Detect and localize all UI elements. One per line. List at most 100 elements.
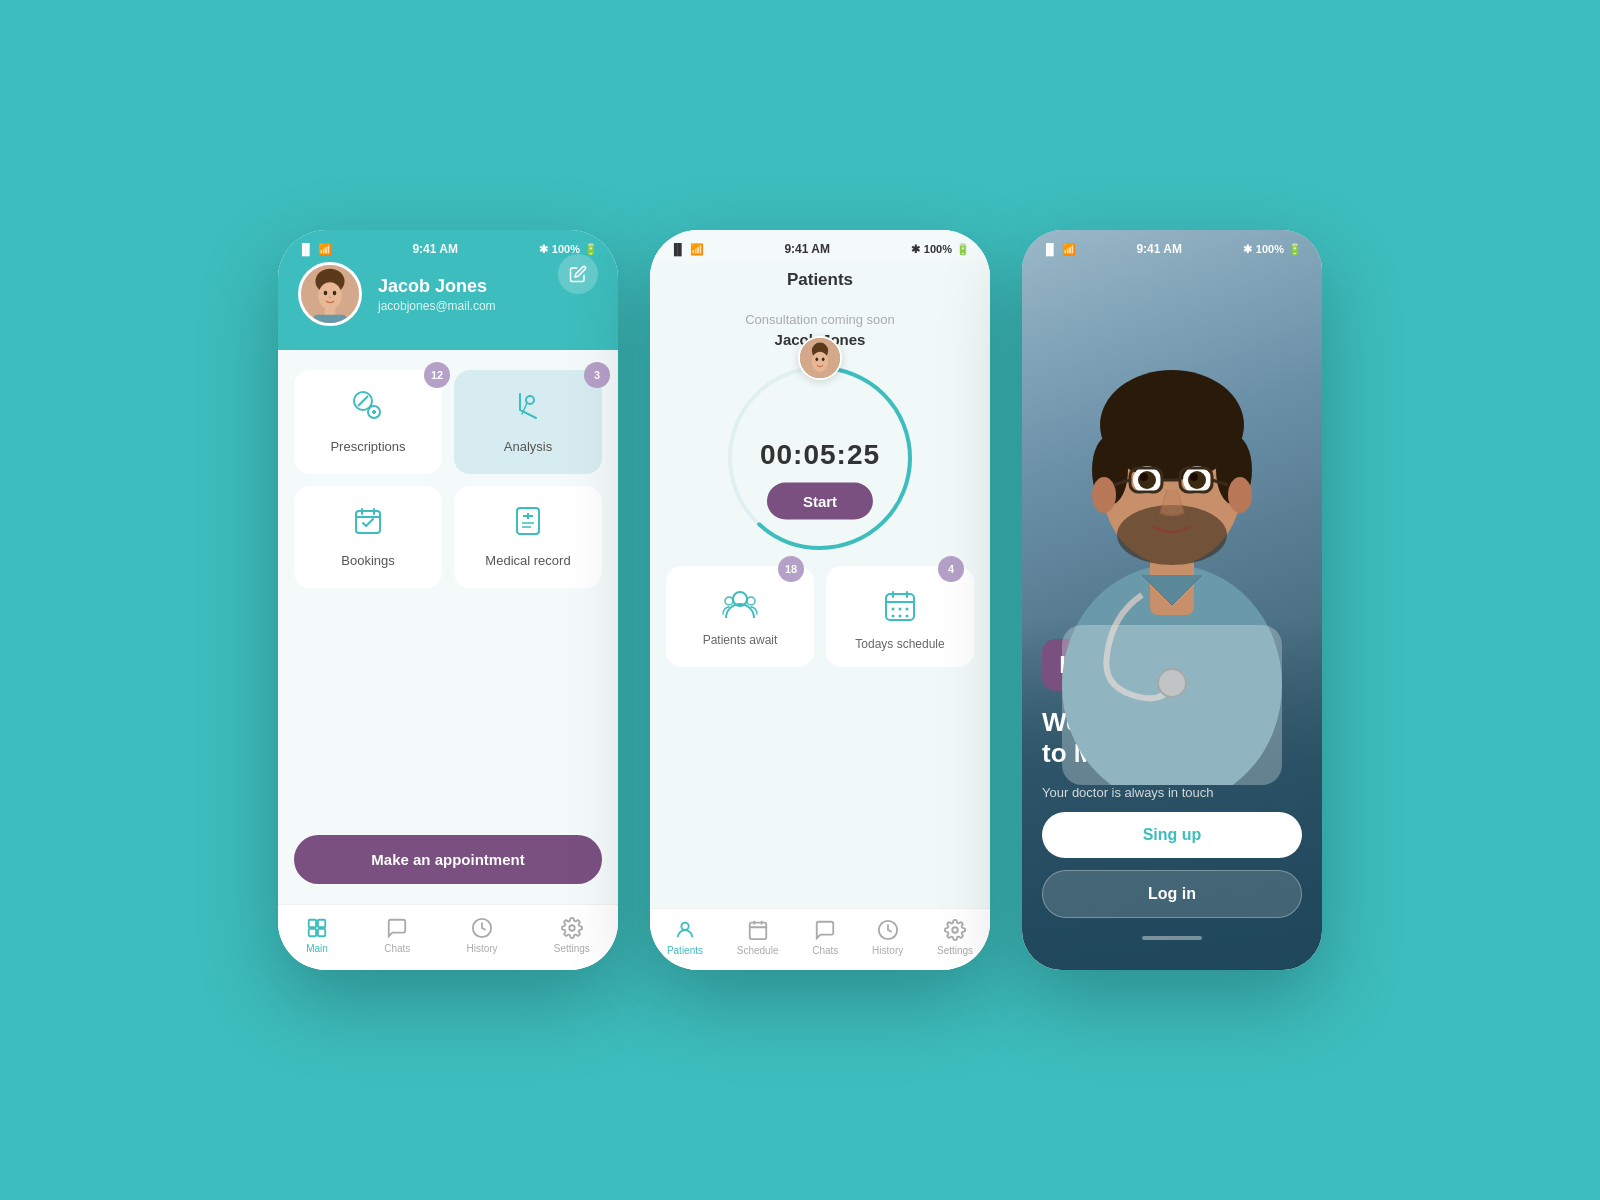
nav2-chats-label: Chats xyxy=(812,945,838,956)
phone-1: ▐▌ 📶 9:41 AM ✱ 100% 🔋 xyxy=(278,230,618,970)
schedule-badge: 4 xyxy=(938,556,964,582)
user-header: Jacob Jones jacobjones@mail.com xyxy=(278,262,618,350)
prescriptions-label: Prescriptions xyxy=(330,439,405,454)
svg-point-66 xyxy=(1138,471,1156,489)
phone-3: ▐▌ 📶 9:41 AM ✱ 100% 🔋 H Welcome to MyHea… xyxy=(1022,230,1322,970)
main-content: 12 Prescriptions xyxy=(278,350,618,904)
nav-chats-label: Chats xyxy=(384,943,410,954)
signal-icon: ▐▌ xyxy=(298,243,314,255)
nav-main[interactable]: Main xyxy=(306,917,328,954)
svg-rect-23 xyxy=(318,920,325,927)
svg-point-42 xyxy=(892,608,895,611)
time-display-3: 9:41 AM xyxy=(1136,242,1182,256)
nav2-history[interactable]: History xyxy=(872,919,903,956)
user-name: Jacob Jones xyxy=(378,276,542,297)
home-indicator xyxy=(1142,936,1202,940)
svg-point-69 xyxy=(1190,473,1198,481)
svg-point-48 xyxy=(681,923,688,930)
svg-point-45 xyxy=(892,615,895,618)
patients-icon xyxy=(722,590,758,625)
start-button[interactable]: Start xyxy=(767,483,873,520)
wifi-icon-3: 📶 xyxy=(1062,243,1076,256)
svg-point-30 xyxy=(812,352,828,372)
svg-point-31 xyxy=(815,358,818,362)
mini-avatar xyxy=(798,336,842,380)
timer-container: 00:05:25 Start xyxy=(720,358,920,558)
nav2-patients[interactable]: Patients xyxy=(667,919,703,956)
bookings-label: Bookings xyxy=(341,553,394,568)
svg-rect-6 xyxy=(314,315,347,326)
svg-rect-22 xyxy=(309,920,316,927)
svg-point-3 xyxy=(324,291,328,296)
nav-history-label: History xyxy=(466,943,497,954)
patients-header: Patients xyxy=(650,262,990,302)
bluetooth-icon-3: ✱ xyxy=(1243,243,1252,256)
svg-point-46 xyxy=(899,615,902,618)
time-display-2: 9:41 AM xyxy=(784,242,830,256)
patients-await-card[interactable]: 18 Patients await xyxy=(666,566,814,667)
svg-point-63 xyxy=(1228,477,1252,513)
nav2-schedule[interactable]: Schedule xyxy=(737,919,779,956)
bluetooth-icon-2: ✱ xyxy=(911,243,920,256)
nav-settings[interactable]: Settings xyxy=(554,917,590,954)
appointment-button[interactable]: Make an appointment xyxy=(294,835,602,884)
nav2-chats[interactable]: Chats xyxy=(812,919,838,956)
analysis-card[interactable]: 3 Analysis xyxy=(454,370,602,474)
svg-rect-76 xyxy=(1062,625,1282,785)
status-bar-3: ▐▌ 📶 9:41 AM ✱ 100% 🔋 xyxy=(1022,230,1322,262)
nav2-patients-label: Patients xyxy=(667,945,703,956)
signal-icon-2: ▐▌ xyxy=(670,243,686,255)
prescriptions-icon xyxy=(352,390,384,429)
nav-settings-label: Settings xyxy=(554,943,590,954)
doctor-svg xyxy=(1032,285,1312,785)
svg-point-32 xyxy=(822,358,825,362)
signal-icon-3: ▐▌ xyxy=(1042,243,1058,255)
battery-icon-2: 🔋 xyxy=(956,243,970,256)
analysis-icon xyxy=(512,390,544,429)
svg-point-37 xyxy=(747,597,755,605)
card-row-1: 12 Prescriptions xyxy=(294,370,602,474)
svg-point-27 xyxy=(569,925,575,931)
todays-schedule-card[interactable]: 4 xyxy=(826,566,974,667)
svg-point-44 xyxy=(906,608,909,611)
user-avatar-img xyxy=(301,262,359,326)
bottom-nav-1: Main Chats History xyxy=(278,904,618,970)
svg-point-67 xyxy=(1188,471,1206,489)
nav2-settings[interactable]: Settings xyxy=(937,919,973,956)
patients-body: Consultation coming soon Jacob Jones xyxy=(650,302,990,908)
edit-button[interactable] xyxy=(558,254,598,294)
bluetooth-icon: ✱ xyxy=(539,243,548,256)
consult-label: Consultation coming soon xyxy=(745,312,895,327)
time-display: 9:41 AM xyxy=(412,242,458,256)
phones-container: ▐▌ 📶 9:41 AM ✱ 100% 🔋 xyxy=(278,230,1322,970)
timer-display: 00:05:25 xyxy=(760,439,880,471)
patients-await-badge: 18 xyxy=(778,556,804,582)
status-bar-2: ▐▌ 📶 9:41 AM ✱ 100% 🔋 xyxy=(650,230,990,262)
nav2-settings-label: Settings xyxy=(937,945,973,956)
avatar xyxy=(298,262,362,326)
stats-cards: 18 Patients await xyxy=(666,566,974,667)
analysis-label: Analysis xyxy=(504,439,552,454)
svg-point-62 xyxy=(1092,477,1116,513)
signup-button[interactable]: Sing up xyxy=(1042,812,1302,858)
medical-record-card[interactable]: Medical record xyxy=(454,486,602,588)
todays-schedule-label: Todays schedule xyxy=(855,637,944,651)
login-button[interactable]: Log in xyxy=(1042,870,1302,918)
phone-2: ▐▌ 📶 9:41 AM ✱ 100% 🔋 Patients Consultat… xyxy=(650,230,990,970)
prescriptions-card[interactable]: 12 Prescriptions xyxy=(294,370,442,474)
schedule-icon xyxy=(884,590,916,629)
doctor-illustration xyxy=(1022,285,1322,785)
analysis-badge: 3 xyxy=(584,362,610,388)
svg-rect-49 xyxy=(749,923,766,940)
svg-rect-13 xyxy=(356,511,380,533)
bookings-card[interactable]: Bookings xyxy=(294,486,442,588)
svg-line-8 xyxy=(358,396,368,406)
nav-history[interactable]: History xyxy=(466,917,497,954)
timer-inner: 00:05:25 Start xyxy=(760,397,880,520)
svg-rect-24 xyxy=(309,929,316,936)
medical-record-icon xyxy=(513,506,543,543)
battery-icon-3: 🔋 xyxy=(1288,243,1302,256)
nav-main-label: Main xyxy=(306,943,328,954)
nav-chats[interactable]: Chats xyxy=(384,917,410,954)
nav2-schedule-label: Schedule xyxy=(737,945,779,956)
